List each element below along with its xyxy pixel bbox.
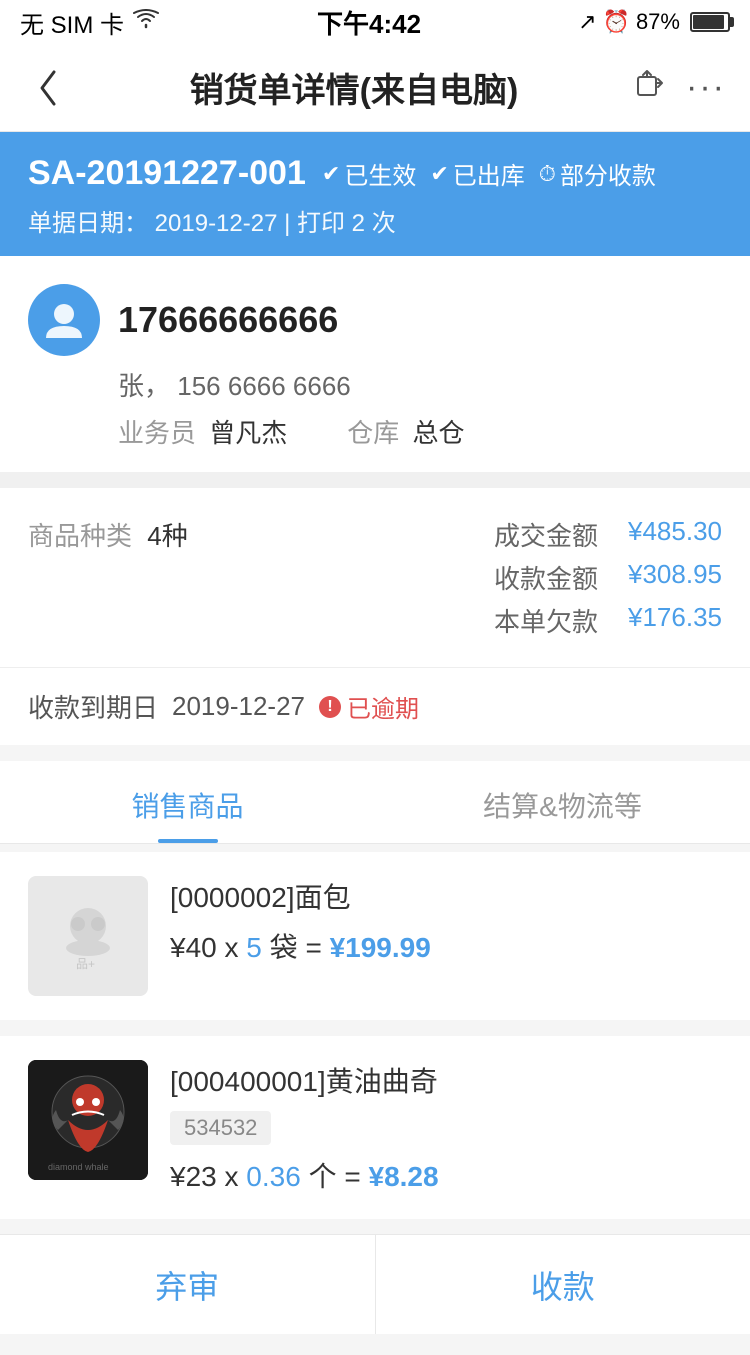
overdue-dot-icon: ! xyxy=(319,696,341,718)
bottom-bar: 弃审 收款 xyxy=(0,1234,750,1334)
product-image-1: 品+ xyxy=(28,876,148,996)
status-tags: ✔ 已生效 ✔ 已出库 ⏱ 部分收款 xyxy=(322,156,656,191)
list-item: diamond whale [000400001]黄油曲奇 534532 ¥23… xyxy=(0,1036,750,1219)
location-icon: ↗ xyxy=(578,9,596,35)
status-right: ↗ ⏰ 87% xyxy=(578,9,730,35)
status-shipped: ✔ 已出库 xyxy=(430,156,524,191)
customer-section: 17666666666 张， 156 6666 6666 业务员 曾凡杰 仓库 … xyxy=(0,256,750,472)
alarm-icon: ⏰ xyxy=(603,9,630,35)
product-info-1: [0000002]面包 ¥40 x 5 袋 = ¥199.99 xyxy=(170,876,722,966)
warehouse-info: 仓库 总仓 xyxy=(347,413,464,450)
status-effective: ✔ 已生效 xyxy=(322,156,416,191)
tabs-container: 销售商品 结算&物流等 xyxy=(0,761,750,844)
page-title: 销货单详情(来自电脑) xyxy=(190,63,519,112)
order-number: SA-20191227-001 xyxy=(28,154,306,193)
staff-warehouse-row: 业务员 曾凡杰 仓库 总仓 xyxy=(118,413,722,450)
tab-settlement-logistics[interactable]: 结算&物流等 xyxy=(375,761,750,843)
overdue-text: 已逾期 xyxy=(347,689,419,724)
more-icon[interactable]: ··· xyxy=(686,68,726,107)
customer-avatar xyxy=(28,284,100,356)
owed-amount: 本单欠款 ¥176.35 xyxy=(494,602,722,639)
customer-name-phone: 张， 156 6666 6666 xyxy=(118,366,722,403)
wifi-icon xyxy=(132,8,160,36)
tab-sales-products[interactable]: 销售商品 xyxy=(0,761,375,843)
status-partial: ⏱ 部分收款 xyxy=(539,156,656,191)
svg-text:diamond whale: diamond whale xyxy=(48,1162,109,1172)
svg-text:品+: 品+ xyxy=(76,957,95,971)
carrier-text: 无 SIM 卡 xyxy=(20,5,124,40)
transaction-amount: 成交金额 ¥485.30 xyxy=(494,516,722,553)
product-sku-badge: 534532 xyxy=(170,1111,271,1145)
status-left: 无 SIM 卡 xyxy=(20,5,160,40)
payment-due-label: 收款到期日 xyxy=(28,688,158,725)
product-name-2: [000400001]黄油曲奇 xyxy=(170,1060,722,1100)
list-item: 品+ [0000002]面包 ¥40 x 5 袋 = ¥199.99 xyxy=(0,852,750,1020)
back-button[interactable] xyxy=(24,64,72,112)
overdue-badge: ! 已逾期 xyxy=(319,689,419,724)
product-name-1: [0000002]面包 xyxy=(170,876,722,916)
product-image-2: diamond whale xyxy=(28,1060,148,1180)
battery-icon xyxy=(690,12,730,32)
order-banner: SA-20191227-001 ✔ 已生效 ✔ 已出库 ⏱ 部分收款 单据日期：… xyxy=(0,132,750,256)
financial-summary: 成交金额 ¥485.30 收款金额 ¥308.95 本单欠款 ¥176.35 xyxy=(494,516,722,639)
divider-1 xyxy=(0,472,750,488)
product-price-line-1: ¥40 x 5 袋 = ¥199.99 xyxy=(170,926,722,966)
status-bar: 无 SIM 卡 下午4:42 ↗ ⏰ 87% xyxy=(0,0,750,44)
payment-due-date: 2019-12-27 xyxy=(172,691,305,722)
nav-actions: ··· xyxy=(636,68,726,107)
battery-text: 87% xyxy=(636,9,680,35)
status-time: 下午4:42 xyxy=(317,4,421,41)
share-icon[interactable] xyxy=(636,69,666,107)
staff-info: 业务员 曾凡杰 xyxy=(118,413,287,450)
received-amount: 收款金额 ¥308.95 xyxy=(494,559,722,596)
nav-bar: 销货单详情(来自电脑) ··· xyxy=(0,44,750,132)
order-date-line: 单据日期： 2019-12-27 | 打印 2 次 xyxy=(28,203,722,238)
product-kind: 商品种类 4种 xyxy=(28,516,188,553)
product-price-line-2: ¥23 x 0.36 个 = ¥8.28 xyxy=(170,1155,722,1195)
customer-account-id: 17666666666 xyxy=(118,299,338,341)
abandon-review-button[interactable]: 弃审 xyxy=(0,1235,376,1334)
product-info-2: [000400001]黄油曲奇 534532 ¥23 x 0.36 个 = ¥8… xyxy=(170,1060,722,1195)
collect-payment-button[interactable]: 收款 xyxy=(376,1235,750,1334)
payment-due-section: 收款到期日 2019-12-27 ! 已逾期 xyxy=(0,667,750,745)
summary-section: 商品种类 4种 成交金额 ¥485.30 收款金额 ¥308.95 本单欠款 ¥… xyxy=(0,488,750,667)
